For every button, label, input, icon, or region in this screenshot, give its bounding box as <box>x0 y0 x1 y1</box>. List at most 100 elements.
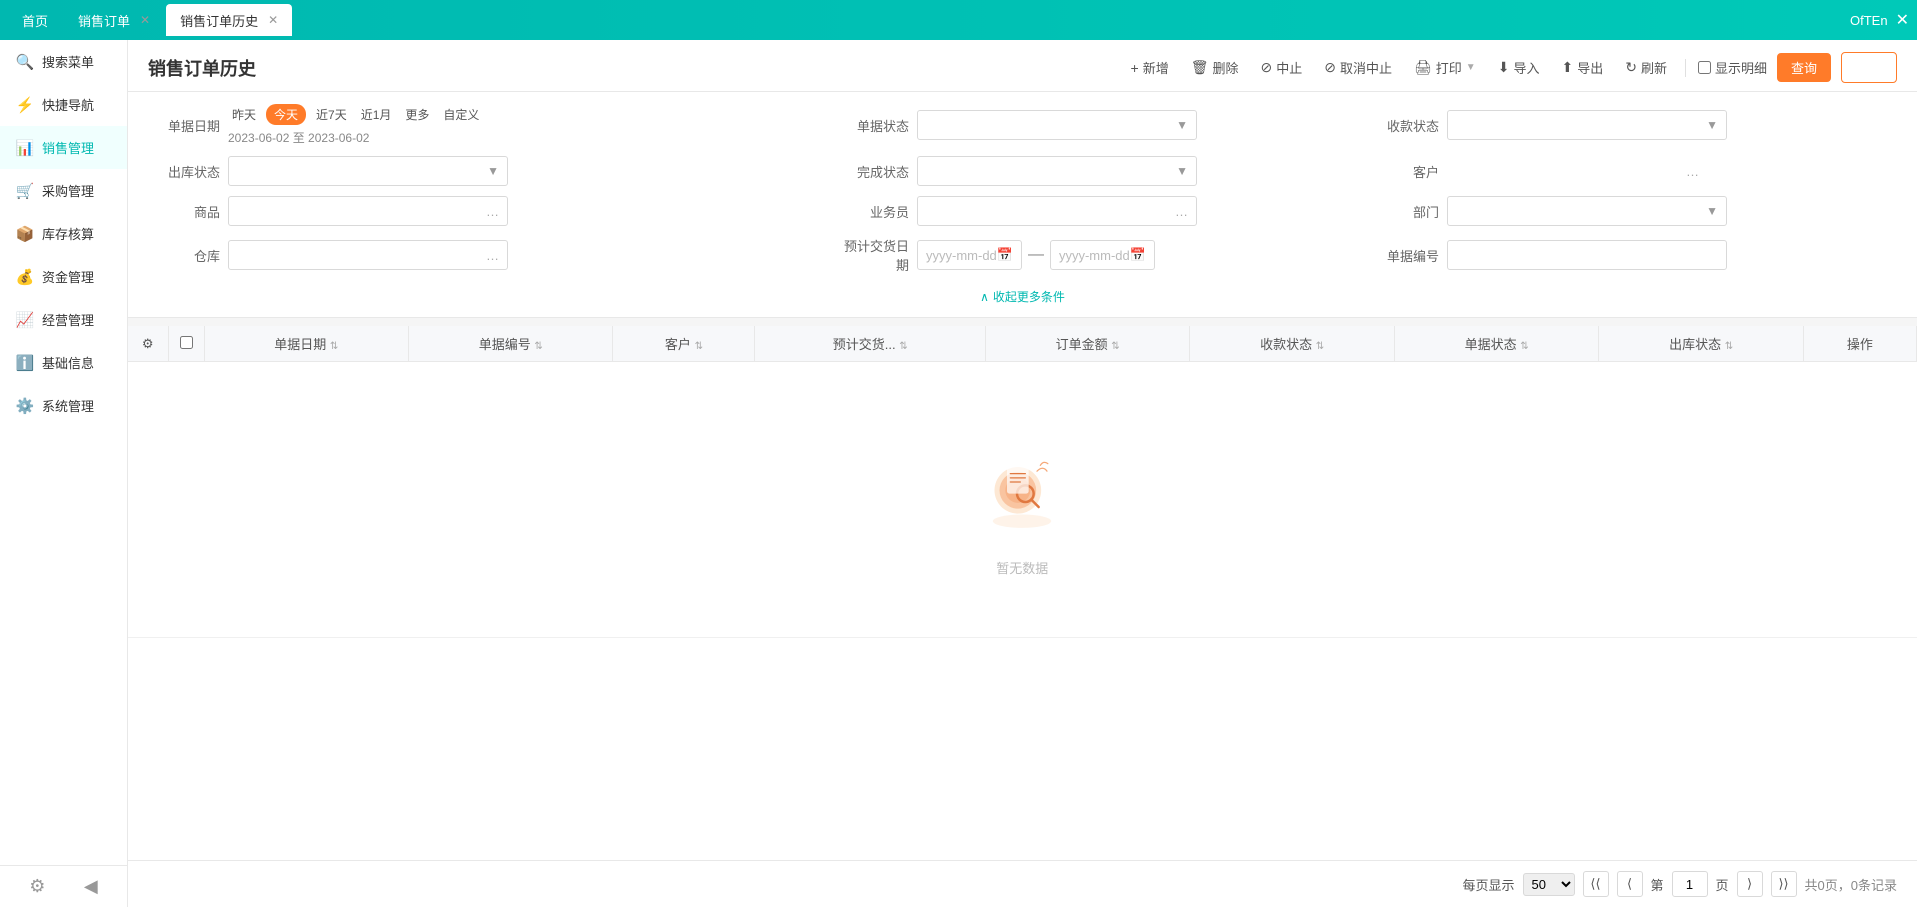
th-gear[interactable]: ⚙ <box>128 326 168 362</box>
th-outbound-status-label: 出库状态 <box>1669 337 1721 352</box>
table-header-row: ⚙ 单据日期 ⇅ 单据编号 ⇅ <box>128 326 1917 362</box>
next-page-button[interactable]: ⟩ <box>1737 871 1763 897</box>
date-chip-1month[interactable]: 近1月 <box>357 104 396 125</box>
sidebar-item-operations-label: 经营管理 <box>42 310 94 329</box>
display-toggle-checkbox[interactable] <box>1698 61 1711 74</box>
th-outbound-status[interactable]: 出库状态 ⇅ <box>1599 326 1803 362</box>
salesperson-field[interactable]: … <box>917 196 1197 226</box>
th-delivery-date-label: 预计交货... <box>833 337 896 352</box>
cancel-stop-button[interactable]: ⊘ 取消中止 <box>1318 54 1398 81</box>
sidebar-item-finance-label: 资金管理 <box>42 267 94 286</box>
display-toggle[interactable]: 显示明细 <box>1698 58 1767 77</box>
date-chip-custom[interactable]: 自定义 <box>439 104 483 125</box>
th-order-amount[interactable]: 订单金额 ⇅ <box>985 326 1189 362</box>
topbar-right-text: OfTEn <box>1850 13 1888 28</box>
payment-status-select[interactable]: ▼ <box>1447 110 1727 140</box>
tab-sales-history-close[interactable]: ✕ <box>268 13 278 27</box>
add-icon: + <box>1131 60 1139 76</box>
warehouse-dots[interactable]: … <box>486 248 499 263</box>
th-checkbox[interactable] <box>168 326 204 362</box>
th-doc-number-label: 单据编号 <box>479 337 531 352</box>
page-label: 第 <box>1651 875 1664 894</box>
sidebar-item-sales[interactable]: 📊 销售管理 <box>0 126 127 169</box>
delivery-date-start[interactable]: yyyy-mm-dd 📅 <box>917 240 1022 270</box>
settings-button[interactable]: 设置 <box>1841 52 1897 83</box>
layout: 🔍 搜索菜单 ⚡ 快捷导航 📊 销售管理 🛒 采购管理 📦 库存核算 💰 资金管… <box>0 40 1917 907</box>
tab-sales-order[interactable]: 销售订单 ✕ <box>64 4 164 36</box>
page-suffix: 页 <box>1716 875 1729 894</box>
topbar-close-icon[interactable]: ✕ <box>1896 10 1909 30</box>
table-body: 暂无数据 <box>128 362 1917 638</box>
sidebar-item-finance[interactable]: 💰 资金管理 <box>0 255 127 298</box>
sidebar-item-system[interactable]: ⚙️ 系统管理 <box>0 384 127 427</box>
print-button[interactable]: 🖨 打印 ▼ <box>1408 54 1482 81</box>
export-button[interactable]: ⬆ 导出 <box>1555 54 1609 81</box>
th-doc-status[interactable]: 单据状态 ⇅ <box>1394 326 1598 362</box>
date-chip-yesterday[interactable]: 昨天 <box>228 104 260 125</box>
customer-dots[interactable]: … <box>1686 164 1699 179</box>
collapse-filter-row[interactable]: ∧ 收起更多条件 <box>148 284 1897 305</box>
last-page-button[interactable]: ⟩⟩ <box>1771 871 1797 897</box>
tab-sales-history[interactable]: 销售订单历史 ✕ <box>166 4 292 36</box>
date-chip-more[interactable]: 更多 <box>401 104 433 125</box>
add-button[interactable]: + 新增 <box>1125 54 1175 81</box>
delivery-date-end[interactable]: yyyy-mm-dd 📅 <box>1050 240 1155 270</box>
customer-field[interactable]: … <box>1447 156 1707 186</box>
th-doc-number[interactable]: 单据编号 ⇅ <box>408 326 612 362</box>
sidebar-item-inventory[interactable]: 📦 库存核算 <box>0 212 127 255</box>
delete-button[interactable]: 🗑 删除 <box>1185 54 1245 81</box>
sidebar-item-purchase[interactable]: 🛒 采购管理 <box>0 169 127 212</box>
th-customer[interactable]: 客户 ⇅ <box>613 326 755 362</box>
quick-nav-icon: ⚡ <box>16 96 34 114</box>
sidebar-item-search[interactable]: 🔍 搜索菜单 <box>0 40 127 83</box>
calendar-end-icon[interactable]: 📅 <box>1130 247 1146 263</box>
refresh-button[interactable]: ↻ 刷新 <box>1619 54 1673 81</box>
dept-select[interactable]: ▼ <box>1447 196 1727 226</box>
doc-status-chevron: ▼ <box>1176 118 1188 132</box>
stop-button[interactable]: ⊘ 中止 <box>1255 54 1309 81</box>
page-number-input[interactable] <box>1672 871 1708 897</box>
toolbar-divider <box>1685 59 1686 77</box>
date-range-dash: — <box>1028 246 1044 264</box>
doc-status-select[interactable]: ▼ <box>917 110 1197 140</box>
import-icon: ⬇ <box>1498 59 1510 76</box>
warehouse-field[interactable]: … <box>228 240 508 270</box>
th-payment-status[interactable]: 收款状态 ⇅ <box>1190 326 1394 362</box>
product-dots[interactable]: … <box>486 204 499 219</box>
th-delivery-date-sort: ⇅ <box>899 341 907 352</box>
th-doc-date[interactable]: 单据日期 ⇅ <box>204 326 408 362</box>
outbound-select[interactable]: ▼ <box>228 156 508 186</box>
th-delivery-date[interactable]: 预计交货... ⇅ <box>755 326 986 362</box>
dept-chevron: ▼ <box>1706 204 1718 218</box>
date-chip-7days[interactable]: 近7天 <box>312 104 351 125</box>
tab-sales-order-close[interactable]: ✕ <box>140 13 150 27</box>
top-bar: 首页 销售订单 ✕ 销售订单历史 ✕ OfTEn ✕ <box>0 0 1917 40</box>
tab-sales-history-label: 销售订单历史 <box>180 11 258 30</box>
gear-icon[interactable]: ⚙ <box>142 336 154 351</box>
settings-bottom-icon[interactable]: ⚙ <box>29 876 45 897</box>
calendar-start-icon[interactable]: 📅 <box>997 247 1013 263</box>
tab-home[interactable]: 首页 <box>8 4 62 36</box>
salesperson-dots[interactable]: … <box>1175 204 1188 219</box>
date-chip-today[interactable]: 今天 <box>266 104 306 125</box>
collapse-sidebar-icon[interactable]: ◀ <box>84 876 98 897</box>
sales-icon: 📊 <box>16 139 34 157</box>
prev-page-button[interactable]: ⟨ <box>1617 871 1643 897</box>
product-field[interactable]: … <box>228 196 508 226</box>
sidebar-item-basic-info[interactable]: ℹ️ 基础信息 <box>0 341 127 384</box>
collapse-label: 收起更多条件 <box>993 288 1065 305</box>
sidebar-item-quick[interactable]: ⚡ 快捷导航 <box>0 83 127 126</box>
select-all-checkbox[interactable] <box>180 336 193 349</box>
per-page-select[interactable]: 50 10 20 100 <box>1523 873 1575 896</box>
sidebar-item-operations[interactable]: 📈 经营管理 <box>0 298 127 341</box>
first-page-button[interactable]: ⟨⟨ <box>1583 871 1609 897</box>
cancel-stop-label: 取消中止 <box>1340 58 1392 77</box>
query-button[interactable]: 查询 <box>1777 53 1831 82</box>
page-title: 销售订单历史 <box>148 55 256 81</box>
doc-number-field[interactable] <box>1447 240 1727 270</box>
complete-select[interactable]: ▼ <box>917 156 1197 186</box>
filter-row-4: 仓库 … 预计交货日期 yyyy-mm-dd 📅 — yyyy-m <box>148 236 1897 274</box>
import-button[interactable]: ⬇ 导入 <box>1492 54 1546 81</box>
sidebar-item-purchase-label: 采购管理 <box>42 181 94 200</box>
total-label: 共0页，0条记录 <box>1805 875 1897 894</box>
